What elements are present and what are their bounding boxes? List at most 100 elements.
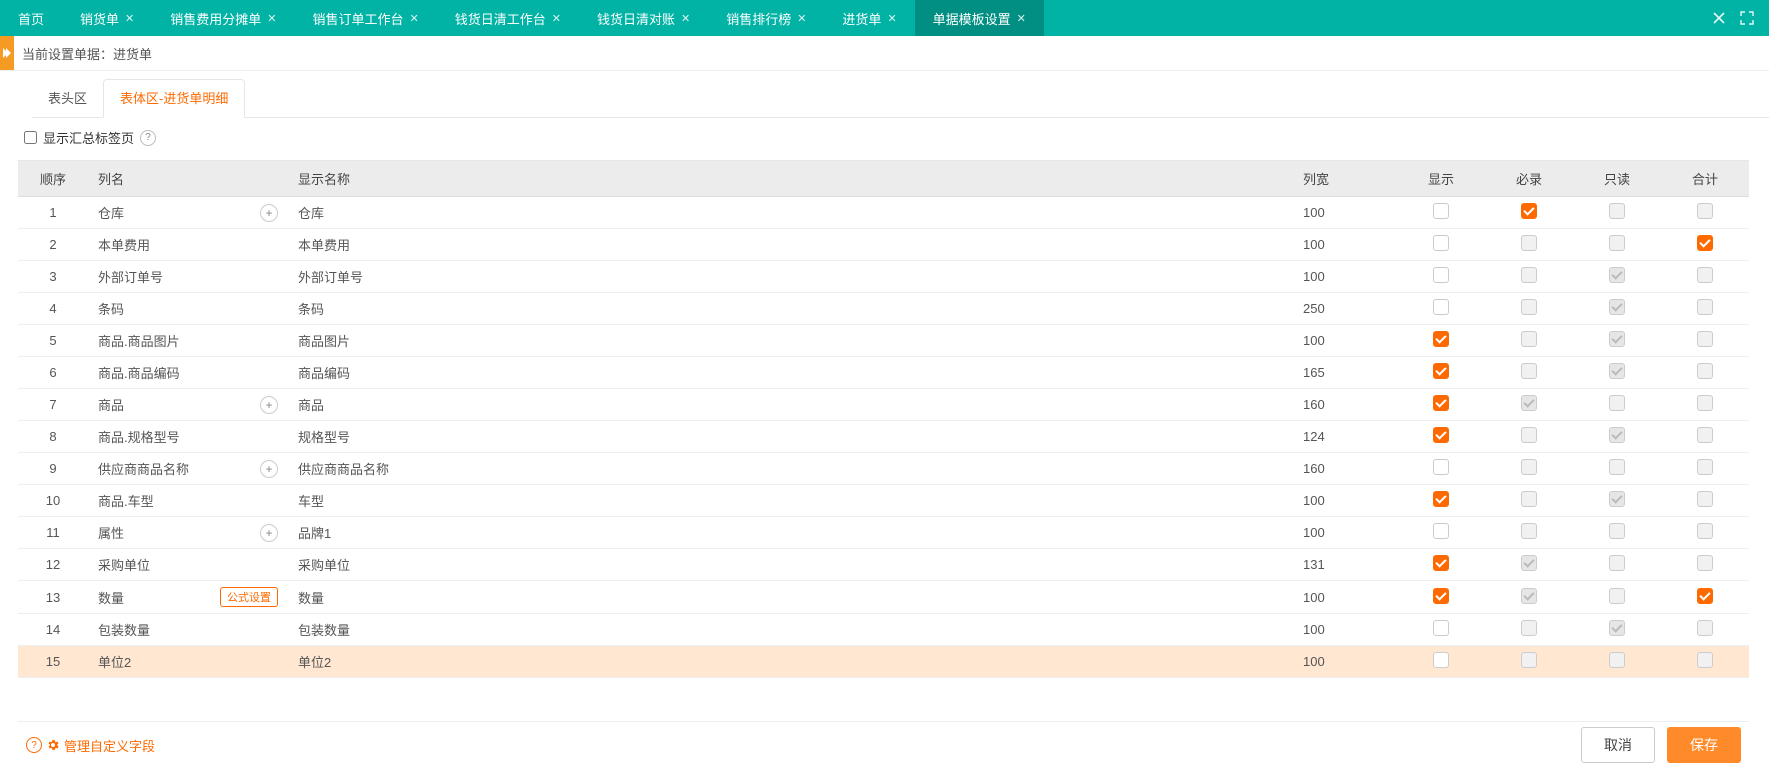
- top-tab[interactable]: 首页: [0, 0, 62, 36]
- table-row[interactable]: 13数量公式设置数量100: [18, 581, 1749, 614]
- close-icon[interactable]: ✕: [797, 12, 806, 25]
- checkbox[interactable]: [1433, 459, 1449, 475]
- cell-display[interactable]: 车型: [288, 485, 1293, 517]
- cell-width[interactable]: 100: [1293, 581, 1397, 614]
- table-row[interactable]: 12采购单位采购单位131: [18, 549, 1749, 581]
- close-icon[interactable]: ✕: [681, 12, 690, 25]
- table-row[interactable]: 4条码条码250: [18, 293, 1749, 325]
- table-row[interactable]: 8商品.规格型号规格型号124: [18, 421, 1749, 453]
- show-summary-tab-checkbox[interactable]: [24, 131, 37, 144]
- cell-display[interactable]: 规格型号: [288, 421, 1293, 453]
- expand-sidebar-handle[interactable]: [0, 36, 14, 70]
- cell-display[interactable]: 采购单位: [288, 549, 1293, 581]
- cell-width[interactable]: 100: [1293, 197, 1397, 229]
- cell-width[interactable]: 124: [1293, 421, 1397, 453]
- manage-custom-fields-link[interactable]: ? 管理自定义字段: [26, 736, 155, 755]
- checkbox[interactable]: [1521, 203, 1537, 219]
- table-row[interactable]: 14包装数量包装数量100: [18, 614, 1749, 646]
- checkbox[interactable]: [1697, 588, 1713, 604]
- expand-icon[interactable]: +: [260, 204, 278, 222]
- expand-icon[interactable]: +: [260, 396, 278, 414]
- inner-tab[interactable]: 表头区: [32, 80, 103, 117]
- top-tab[interactable]: 销售排行榜✕: [708, 0, 824, 36]
- cell-display[interactable]: 仓库: [288, 197, 1293, 229]
- cell-width[interactable]: 131: [1293, 549, 1397, 581]
- top-tab[interactable]: 钱货日清对账✕: [579, 0, 708, 36]
- close-all-tabs-icon[interactable]: [1705, 4, 1733, 32]
- checkbox[interactable]: [1433, 331, 1449, 347]
- checkbox[interactable]: [1433, 267, 1449, 283]
- table-row[interactable]: 5商品.商品图片商品图片100: [18, 325, 1749, 357]
- table-row[interactable]: 2本单费用本单费用100: [18, 229, 1749, 261]
- cell-display[interactable]: 供应商商品名称: [288, 453, 1293, 485]
- expand-icon[interactable]: +: [260, 460, 278, 478]
- cell-width[interactable]: 100: [1293, 229, 1397, 261]
- close-icon[interactable]: ✕: [125, 12, 134, 25]
- cell-readonly: [1573, 357, 1661, 389]
- cell-display[interactable]: 数量: [288, 581, 1293, 614]
- cell-width[interactable]: 165: [1293, 357, 1397, 389]
- top-tab[interactable]: 销货单✕: [62, 0, 152, 36]
- cell-display[interactable]: 本单费用: [288, 229, 1293, 261]
- top-tab[interactable]: 钱货日清工作台✕: [437, 0, 579, 36]
- close-icon[interactable]: ✕: [887, 12, 896, 25]
- close-icon[interactable]: ✕: [267, 12, 276, 25]
- cell-display[interactable]: 单位2: [288, 646, 1293, 678]
- cancel-button[interactable]: 取消: [1581, 727, 1655, 763]
- fullscreen-icon[interactable]: [1733, 4, 1761, 32]
- cell-width[interactable]: 160: [1293, 389, 1397, 421]
- cell-width[interactable]: 160: [1293, 453, 1397, 485]
- cell-display[interactable]: 外部订单号: [288, 261, 1293, 293]
- cell-width[interactable]: 100: [1293, 517, 1397, 549]
- table-row[interactable]: 7商品+商品160: [18, 389, 1749, 421]
- checkbox[interactable]: [1433, 491, 1449, 507]
- cell-display[interactable]: 包装数量: [288, 614, 1293, 646]
- cell-width[interactable]: 100: [1293, 614, 1397, 646]
- cell-required: [1485, 646, 1573, 678]
- top-tab[interactable]: 进货单✕: [824, 0, 914, 36]
- close-icon[interactable]: ✕: [410, 12, 419, 25]
- table-row[interactable]: 1仓库+仓库100: [18, 197, 1749, 229]
- checkbox[interactable]: [1433, 555, 1449, 571]
- checkbox[interactable]: [1697, 235, 1713, 251]
- top-tab[interactable]: 销售费用分摊单✕: [152, 0, 294, 36]
- cell-width[interactable]: 100: [1293, 325, 1397, 357]
- cell-width[interactable]: 100: [1293, 646, 1397, 678]
- close-icon[interactable]: ✕: [1017, 12, 1026, 25]
- checkbox[interactable]: [1433, 203, 1449, 219]
- expand-icon[interactable]: +: [260, 524, 278, 542]
- help-icon[interactable]: ?: [140, 130, 156, 146]
- table-row[interactable]: 3外部订单号外部订单号100: [18, 261, 1749, 293]
- table-row[interactable]: 11属性+品牌1100: [18, 517, 1749, 549]
- cell-display[interactable]: 条码: [288, 293, 1293, 325]
- checkbox: [1521, 363, 1537, 379]
- table-row[interactable]: 15单位2单位2100: [18, 646, 1749, 678]
- table-row[interactable]: 6商品.商品编码商品编码165: [18, 357, 1749, 389]
- checkbox[interactable]: [1433, 620, 1449, 636]
- top-tab[interactable]: 单据模板设置✕: [915, 0, 1044, 36]
- close-icon[interactable]: ✕: [552, 12, 561, 25]
- formula-settings-badge[interactable]: 公式设置: [220, 587, 278, 607]
- cell-width[interactable]: 250: [1293, 293, 1397, 325]
- top-tab[interactable]: 销售订单工作台✕: [294, 0, 436, 36]
- save-button[interactable]: 保存: [1667, 727, 1741, 763]
- checkbox[interactable]: [1433, 523, 1449, 539]
- checkbox[interactable]: [1433, 299, 1449, 315]
- checkbox[interactable]: [1433, 588, 1449, 604]
- cell-width[interactable]: 100: [1293, 485, 1397, 517]
- cell-display[interactable]: 品牌1: [288, 517, 1293, 549]
- checkbox[interactable]: [1433, 363, 1449, 379]
- cell-display[interactable]: 商品图片: [288, 325, 1293, 357]
- checkbox[interactable]: [1433, 652, 1449, 668]
- inner-tab[interactable]: 表体区-进货单明细: [103, 79, 245, 118]
- column-name-text: 包装数量: [98, 620, 150, 639]
- checkbox[interactable]: [1433, 427, 1449, 443]
- cell-width[interactable]: 100: [1293, 261, 1397, 293]
- table-row[interactable]: 9供应商商品名称+供应商商品名称160: [18, 453, 1749, 485]
- cell-name: 数量公式设置: [88, 581, 288, 614]
- cell-display[interactable]: 商品编码: [288, 357, 1293, 389]
- cell-display[interactable]: 商品: [288, 389, 1293, 421]
- table-row[interactable]: 10商品.车型车型100: [18, 485, 1749, 517]
- checkbox[interactable]: [1433, 395, 1449, 411]
- checkbox[interactable]: [1433, 235, 1449, 251]
